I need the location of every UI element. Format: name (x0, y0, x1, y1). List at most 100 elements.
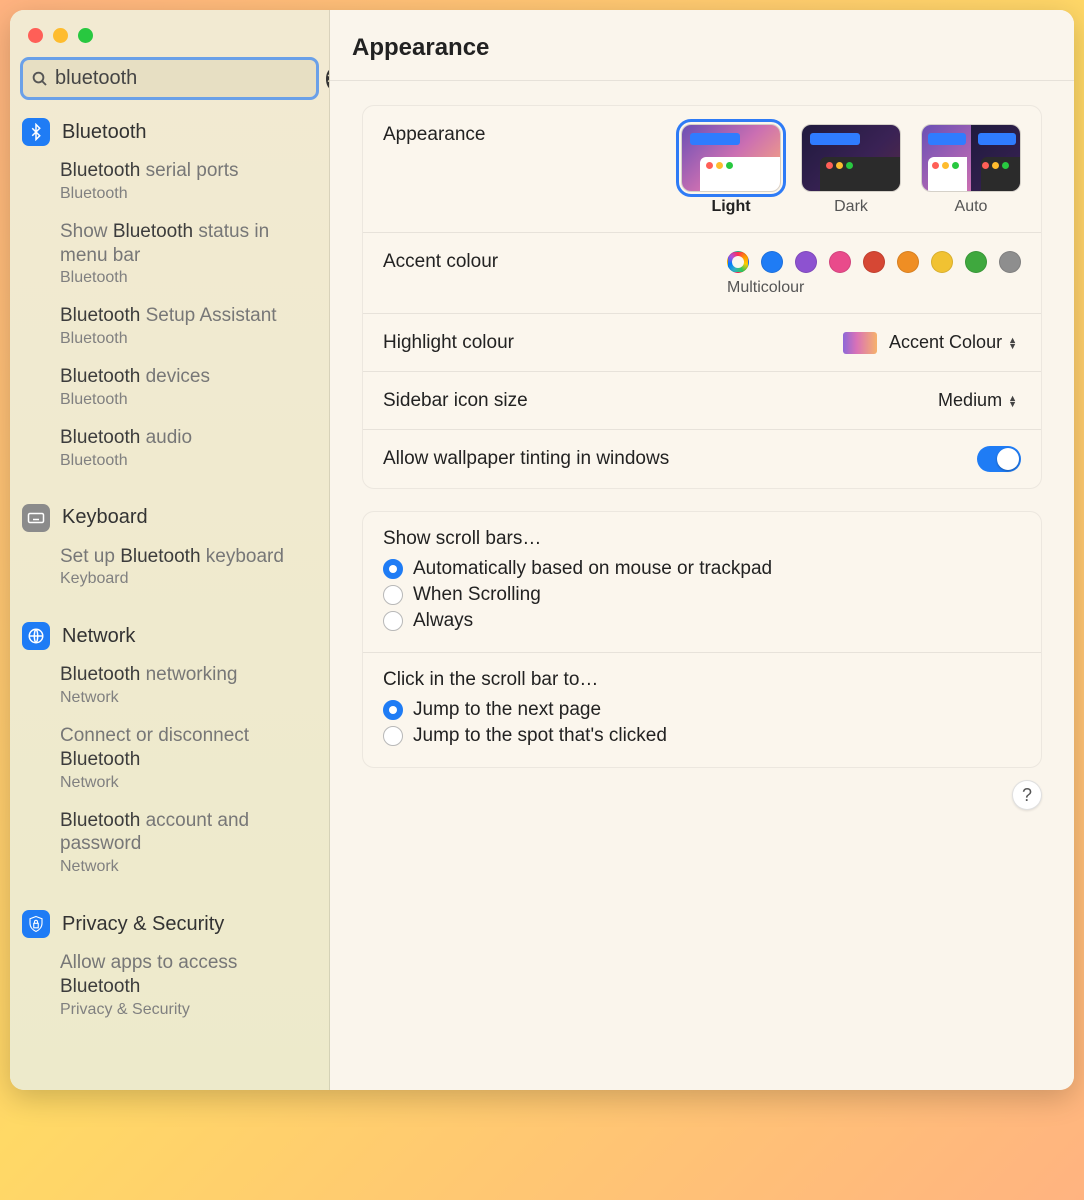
search-result-sub: Keyboard (60, 570, 319, 588)
search-result-sub: Privacy & Security (60, 1001, 319, 1019)
radio-button[interactable] (383, 559, 403, 579)
accent-colour-option[interactable] (999, 251, 1021, 273)
search-result-item[interactable]: Bluetooth account and password Network (20, 806, 319, 891)
appearance-mode-label-text: Light (711, 198, 750, 216)
radio-button[interactable] (383, 585, 403, 605)
accent-colour-caption: Multicolour (727, 279, 804, 297)
accent-colour-option[interactable] (727, 251, 749, 273)
accent-colour-option[interactable] (761, 251, 783, 273)
search-result-title: Bluetooth account and password (60, 809, 319, 857)
show-scroll-bars-option[interactable]: When Scrolling (383, 584, 1021, 606)
show-scroll-bars-option[interactable]: Automatically based on mouse or trackpad (383, 558, 1021, 580)
search-result-title: Bluetooth devices (60, 365, 319, 389)
search-result-title: Connect or disconnect Bluetooth (60, 724, 319, 772)
radio-label: Always (413, 610, 473, 632)
search-result-sub: Network (60, 774, 319, 792)
sidebar-head-bluetooth[interactable]: Bluetooth (20, 116, 319, 156)
highlight-colour-value: Accent Colour (889, 332, 1002, 353)
search-result-item[interactable]: Set up Bluetooth keyboard Keyboard (20, 542, 319, 603)
search-result-sub: Bluetooth (60, 330, 319, 348)
search-result-item[interactable]: Bluetooth Setup Assistant Bluetooth (20, 301, 319, 362)
appearance-mode-thumb[interactable] (801, 124, 901, 192)
sidebar-icon-size-row: Sidebar icon size Medium ▲▼ (363, 372, 1041, 430)
sidebar-icon-size-label: Sidebar icon size (383, 390, 528, 412)
search-result-sub: Bluetooth (60, 452, 319, 470)
search-result-sub: Network (60, 858, 319, 876)
accent-colour-row: Accent colour Multicolour (363, 233, 1041, 314)
minimize-window-button[interactable] (53, 28, 68, 43)
wallpaper-tinting-label: Allow wallpaper tinting in windows (383, 448, 669, 470)
sidebar-head-network[interactable]: Network (20, 620, 319, 660)
radio-button[interactable] (383, 611, 403, 631)
search-result-item[interactable]: Show Bluetooth status in menu bar Blueto… (20, 217, 319, 302)
search-result-sub: Bluetooth (60, 185, 319, 203)
sidebar-section-privacy: Privacy & Security Allow apps to access … (20, 908, 319, 1033)
appearance-mode-dark[interactable]: Dark (801, 124, 901, 216)
wallpaper-tinting-row: Allow wallpaper tinting in windows (363, 430, 1041, 488)
radio-label: Jump to the spot that's clicked (413, 725, 667, 747)
accent-colour-option[interactable] (863, 251, 885, 273)
appearance-mode-label-text: Dark (834, 198, 868, 216)
sidebar: ✕ Bluetooth Bluetooth serial ports Bluet… (10, 10, 330, 1090)
sidebar-head-keyboard[interactable]: Keyboard (20, 502, 319, 542)
search-result-item[interactable]: Bluetooth serial ports Bluetooth (20, 156, 319, 217)
sidebar-head-label: Privacy & Security (62, 913, 224, 936)
click-scroll-bar-option[interactable]: Jump to the next page (383, 699, 1021, 721)
search-input[interactable] (49, 65, 326, 92)
close-window-button[interactable] (28, 28, 43, 43)
wallpaper-tinting-toggle[interactable] (977, 446, 1021, 472)
click-scroll-bar-option[interactable]: Jump to the spot that's clicked (383, 725, 1021, 747)
sidebar-section-network: Network Bluetooth networking Network Con… (20, 620, 319, 890)
search-result-item[interactable]: Bluetooth devices Bluetooth (20, 362, 319, 423)
search-field-container[interactable]: ✕ (20, 57, 319, 100)
click-scroll-bar-group: Click in the scroll bar to… Jump to the … (363, 653, 1041, 767)
sidebar-head-label: Bluetooth (62, 121, 147, 144)
highlight-colour-dropdown[interactable]: Accent Colour ▲▼ (885, 330, 1021, 355)
window-controls (20, 24, 319, 57)
chevron-updown-icon: ▲▼ (1008, 395, 1017, 407)
appearance-mode-label: Appearance (383, 124, 485, 146)
appearance-mode-auto[interactable]: Auto (921, 124, 1021, 216)
accent-colour-option[interactable] (897, 251, 919, 273)
search-result-item[interactable]: Bluetooth networking Network (20, 660, 319, 721)
sidebar-section-bluetooth: Bluetooth Bluetooth serial ports Bluetoo… (20, 116, 319, 484)
search-result-title: Set up Bluetooth keyboard (60, 545, 319, 569)
sidebar-head-privacy[interactable]: Privacy & Security (20, 908, 319, 948)
click-scroll-bar-title: Click in the scroll bar to… (383, 669, 1021, 691)
help-button[interactable]: ? (1012, 780, 1042, 810)
appearance-mode-thumb[interactable] (681, 124, 781, 192)
accent-colour-option[interactable] (829, 251, 851, 273)
highlight-colour-label: Highlight colour (383, 332, 514, 354)
highlight-colour-swatch (843, 332, 877, 354)
search-result-item[interactable]: Allow apps to access Bluetooth Privacy &… (20, 948, 319, 1033)
accent-colour-options (727, 251, 1021, 273)
appearance-mode-light[interactable]: Light (681, 124, 781, 216)
search-result-item[interactable]: Bluetooth audio Bluetooth (20, 423, 319, 484)
search-result-item[interactable]: Connect or disconnect Bluetooth Network (20, 721, 319, 806)
bluetooth-icon (22, 118, 50, 146)
highlight-colour-row: Highlight colour Accent Colour ▲▼ (363, 314, 1041, 372)
accent-colour-option[interactable] (795, 251, 817, 273)
search-result-title: Bluetooth networking (60, 663, 319, 687)
search-result-title: Bluetooth Setup Assistant (60, 304, 319, 328)
main-content: Appearance Appearance Light Dark Auto Ac… (330, 10, 1074, 1090)
radio-label: Jump to the next page (413, 699, 601, 721)
maximize-window-button[interactable] (78, 28, 93, 43)
show-scroll-bars-option[interactable]: Always (383, 610, 1021, 632)
privacy-icon (22, 910, 50, 938)
appearance-mode-options: Light Dark Auto (681, 124, 1021, 216)
sidebar-section-keyboard: Keyboard Set up Bluetooth keyboard Keybo… (20, 502, 319, 603)
sidebar-icon-size-dropdown[interactable]: Medium ▲▼ (934, 388, 1021, 413)
search-result-title: Bluetooth serial ports (60, 159, 319, 183)
scrollbar-panel: Show scroll bars… Automatically based on… (362, 511, 1042, 768)
appearance-mode-thumb[interactable] (921, 124, 1021, 192)
network-icon (22, 622, 50, 650)
radio-label: Automatically based on mouse or trackpad (413, 558, 772, 580)
radio-button[interactable] (383, 726, 403, 746)
show-scroll-bars-group: Show scroll bars… Automatically based on… (363, 512, 1041, 653)
radio-button[interactable] (383, 700, 403, 720)
sidebar-icon-size-value: Medium (938, 390, 1002, 411)
sidebar-head-label: Keyboard (62, 506, 148, 529)
accent-colour-option[interactable] (931, 251, 953, 273)
accent-colour-option[interactable] (965, 251, 987, 273)
